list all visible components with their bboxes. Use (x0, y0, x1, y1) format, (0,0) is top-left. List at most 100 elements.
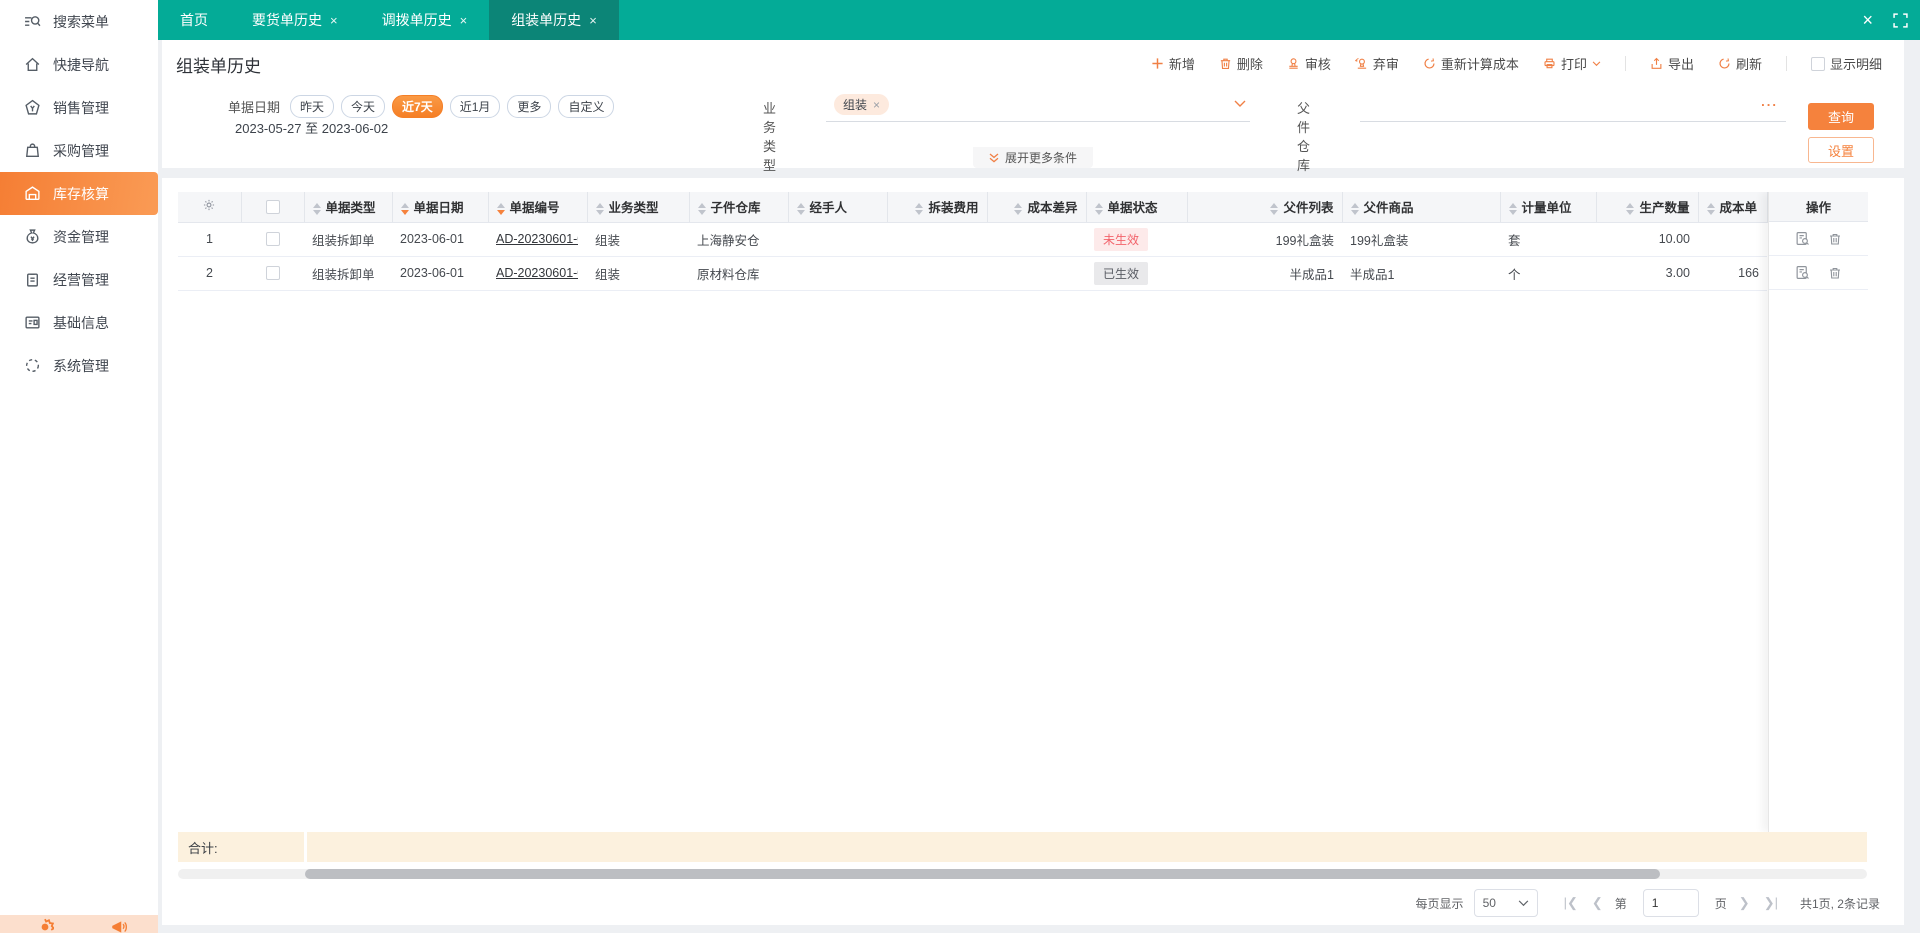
doc-no-link[interactable]: AD-20230601-0 (496, 266, 578, 280)
cell-cost: 166 (1698, 256, 1767, 291)
export-button[interactable]: 导出 (1650, 54, 1694, 73)
biz-type-select[interactable]: 组装 × (826, 92, 1250, 122)
expand-more-conditions[interactable]: 展开更多条件 (972, 147, 1094, 168)
fullscreen-icon[interactable] (1893, 12, 1908, 28)
table-panel: 单据类型 单据日期 单据编号 业务类型 子件仓库 经手人 拆装费用 成本差异 单… (162, 178, 1904, 925)
select-all-checkbox[interactable] (265, 199, 280, 214)
sidebar-item-search-menu[interactable]: 搜索菜单 (0, 0, 158, 43)
last-page-icon[interactable]: ❯| (1762, 895, 1780, 911)
settings-button[interactable]: 设置 (1808, 137, 1874, 163)
cell-unit: 个 (1500, 256, 1596, 291)
sidebar-item-system[interactable]: 系统管理 (0, 344, 158, 387)
delete-button[interactable]: 删除 (1219, 54, 1263, 73)
page-suffix: 页 (1714, 896, 1727, 911)
date-preset-custom[interactable]: 自定义 (558, 95, 615, 118)
column-header-parent-product[interactable]: 父件商品 (1342, 192, 1501, 223)
cell-biz-type: 组装 (587, 256, 689, 291)
row-checkbox[interactable] (265, 266, 280, 280)
prev-page-icon[interactable]: ❮ (1590, 895, 1605, 911)
sidebar-item-quick-nav[interactable]: 快捷导航 (0, 43, 158, 86)
scrollbar-thumb[interactable] (305, 869, 1660, 879)
column-header-unit[interactable]: 计量单位 (1500, 192, 1597, 223)
column-header-cost-price[interactable]: 成本单 (1698, 192, 1768, 223)
cell-biz-type: 组装 (587, 222, 689, 257)
date-preset-yesterday[interactable]: 昨天 (290, 95, 335, 118)
page-number-input[interactable] (1642, 889, 1699, 917)
table-row[interactable]: 2 组装拆卸单 2023-06-01 AD-20230601-0 组装 原材料仓… (178, 256, 1767, 291)
tag-close-icon[interactable]: × (873, 98, 880, 112)
delete-row-icon[interactable] (1828, 266, 1842, 280)
close-icon[interactable]: × (1862, 11, 1873, 29)
sidebar-item-label: 快捷导航 (53, 56, 109, 73)
column-header-child-warehouse[interactable]: 子件仓库 (689, 192, 789, 223)
column-header-parent-list[interactable]: 父件列表 (1187, 192, 1343, 223)
cell-child-warehouse: 上海静安仓 (689, 222, 788, 257)
print-button[interactable]: 打印 (1543, 54, 1601, 73)
sidebar-item-purchase[interactable]: 采购管理 (0, 129, 158, 172)
column-header-cost-diff[interactable]: 成本差异 (987, 192, 1087, 223)
chevron-down-icon (1518, 899, 1529, 907)
add-button[interactable]: 新增 (1151, 54, 1195, 73)
tab-assembly-history[interactable]: 组装单历史 × (489, 0, 619, 40)
date-preset-more[interactable]: 更多 (507, 95, 552, 118)
gear-icon[interactable] (36, 918, 54, 933)
sidebar-item-sales[interactable]: 销售管理 (0, 86, 158, 129)
table-row[interactable]: 1 组装拆卸单 2023-06-01 AD-20230601-0 组装 上海静安… (178, 222, 1767, 257)
date-preset-today[interactable]: 今天 (341, 95, 386, 118)
row-checkbox[interactable] (265, 232, 280, 246)
parent-warehouse-input[interactable]: ... (1360, 92, 1786, 122)
megaphone-icon[interactable] (110, 918, 128, 933)
sidebar-item-label: 基础信息 (53, 314, 109, 331)
view-detail-icon[interactable] (1795, 231, 1810, 246)
per-page-label: 每页显示 (1415, 896, 1464, 911)
cell-qty: 3.00 (1596, 256, 1698, 291)
column-header-doc-type[interactable]: 单据类型 (304, 192, 393, 223)
cell-handler (788, 256, 887, 291)
column-header-fee[interactable]: 拆装费用 (887, 192, 988, 223)
column-header-biz-type[interactable]: 业务类型 (587, 192, 690, 223)
per-page-select[interactable]: 50 (1473, 889, 1538, 917)
sidebar-item-base-info[interactable]: 基础信息 (0, 301, 158, 344)
cell-parent-product: 半成品1 (1342, 256, 1500, 291)
show-detail-toggle[interactable]: 显示明细 (1810, 54, 1882, 73)
sidebar-item-operations[interactable]: 经营管理 (0, 258, 158, 301)
sidebar-item-inventory[interactable]: 库存核算 (0, 172, 158, 215)
id-card-icon (24, 314, 41, 331)
show-detail-checkbox[interactable] (1810, 56, 1825, 71)
tab-close-icon[interactable]: × (330, 13, 338, 28)
column-header-doc-date[interactable]: 单据日期 (392, 192, 489, 223)
delete-row-icon[interactable] (1828, 232, 1842, 246)
column-settings-gear-icon[interactable] (202, 198, 216, 212)
sidebar-item-label: 系统管理 (53, 357, 109, 374)
refresh-icon (1718, 57, 1731, 70)
date-preset-last7days[interactable]: 近7天 (392, 95, 443, 118)
more-options-dots[interactable]: ... (1761, 94, 1778, 109)
sidebar-item-label: 经营管理 (53, 271, 109, 288)
refresh-button[interactable]: 刷新 (1718, 54, 1762, 73)
sidebar-item-funds[interactable]: 资金管理 (0, 215, 158, 258)
doc-no-link[interactable]: AD-20230601-0 (496, 232, 578, 246)
column-header-qty[interactable]: 生产数量 (1596, 192, 1699, 223)
column-header-doc-no[interactable]: 单据编号 (488, 192, 588, 223)
date-preset-lastmonth[interactable]: 近1月 (449, 95, 501, 118)
chevron-down-icon[interactable] (1234, 100, 1246, 108)
status-badge: 未生效 (1094, 227, 1149, 251)
next-page-icon[interactable]: ❯ (1737, 895, 1752, 911)
tab-close-icon[interactable]: × (589, 13, 597, 28)
column-header-handler[interactable]: 经手人 (788, 192, 888, 223)
tab-label: 调拨单历史 (381, 12, 452, 28)
column-header-status[interactable]: 单据状态 (1086, 192, 1188, 223)
status-badge: 已生效 (1094, 261, 1149, 285)
recalculate-cost-button[interactable]: 重新计算成本 (1423, 54, 1519, 73)
unaudit-button[interactable]: 弃审 (1354, 54, 1399, 73)
tab-close-icon[interactable]: × (460, 13, 468, 28)
search-button[interactable]: 查询 (1808, 103, 1874, 130)
tab-label: 组装单历史 (511, 12, 582, 28)
first-page-icon[interactable]: |❮ (1562, 895, 1580, 911)
tab-transfer-history[interactable]: 调拨单历史 × (360, 0, 490, 40)
audit-button[interactable]: 审核 (1287, 54, 1331, 73)
trash-icon (1219, 57, 1232, 70)
view-detail-icon[interactable] (1795, 265, 1810, 280)
tab-home[interactable]: 首页 (158, 0, 230, 40)
tab-request-history[interactable]: 要货单历史 × (230, 0, 360, 40)
